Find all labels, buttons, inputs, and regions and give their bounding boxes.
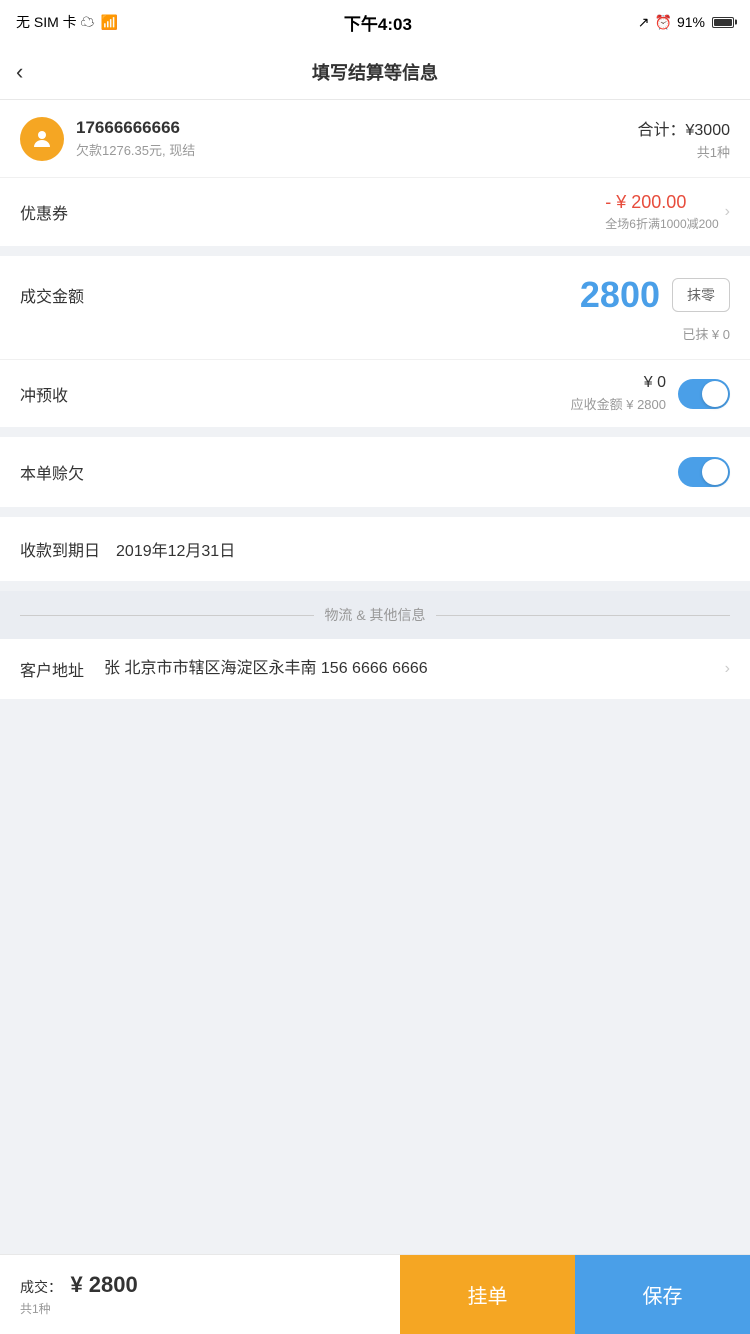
save-button[interactable]: 保存 bbox=[575, 1255, 750, 1334]
bottom-count: 共1种 bbox=[20, 1300, 380, 1317]
amount-sub: 已抹 ¥ 0 bbox=[0, 324, 750, 359]
header: ‹ 填写结算等信息 bbox=[0, 44, 750, 100]
battery-icon bbox=[712, 17, 734, 28]
alarm-icon: ⏰ bbox=[655, 14, 672, 31]
arrears-label: 本单赊欠 bbox=[20, 460, 84, 484]
prepay-label: 冲预收 bbox=[20, 382, 68, 406]
prepay-amount: ¥ 0 bbox=[571, 374, 666, 392]
toggle-thumb bbox=[702, 381, 728, 407]
address-value: 张 北京市市辖区海淀区永丰南 156 6666 6666 bbox=[104, 657, 725, 681]
coupon-chevron-icon: › bbox=[725, 203, 730, 221]
coupon-right: - ¥ 200.00 全场6折满1000减200 › bbox=[605, 192, 730, 232]
prepay-row: 冲预收 ¥ 0 应收金额 ¥ 2800 bbox=[0, 359, 750, 427]
coupon-desc: 全场6折满1000减200 bbox=[605, 215, 718, 232]
prepay-right: ¥ 0 应收金额 ¥ 2800 bbox=[571, 374, 730, 413]
customer-debt: 欠款1276.35元, 现结 bbox=[76, 140, 195, 159]
pending-button[interactable]: 挂单 bbox=[400, 1255, 575, 1334]
total-count: 共1种 bbox=[638, 142, 731, 161]
arrears-section: 本单赊欠 bbox=[0, 437, 750, 507]
status-bar: 无 SIM 卡 ☁ 📶 下午4:03 ↗ ⏰ 91% bbox=[0, 0, 750, 44]
due-label: 收款到期日 bbox=[20, 537, 100, 561]
gray-area bbox=[0, 699, 750, 859]
page-title: 填写结算等信息 bbox=[312, 59, 438, 85]
due-row: 收款到期日 2019年12月31日 bbox=[0, 517, 750, 581]
address-section: 客户地址 张 北京市市辖区海淀区永丰南 156 6666 6666 › bbox=[0, 639, 750, 699]
arrears-toggle-thumb bbox=[702, 459, 728, 485]
bottom-bar: 成交： ¥ 2800 共1种 挂单 保存 bbox=[0, 1254, 750, 1334]
amount-value: 2800 bbox=[580, 274, 660, 316]
amount-section: 成交金额 2800 抹零 已抹 ¥ 0 冲预收 ¥ 0 应收金额 ¥ 2800 bbox=[0, 256, 750, 427]
address-row[interactable]: 客户地址 张 北京市市辖区海淀区永丰南 156 6666 6666 › bbox=[0, 639, 750, 699]
coupon-row[interactable]: 优惠券 - ¥ 200.00 全场6折满1000减200 › bbox=[0, 177, 750, 246]
status-time: 下午4:03 bbox=[344, 10, 412, 35]
avatar bbox=[20, 117, 64, 161]
due-date: 2019年12月31日 bbox=[116, 537, 235, 561]
back-button[interactable]: ‹ bbox=[16, 55, 31, 89]
address-chevron-icon: › bbox=[725, 660, 730, 678]
due-section: 收款到期日 2019年12月31日 bbox=[0, 517, 750, 581]
prepay-receivable: 应收金额 ¥ 2800 bbox=[571, 394, 666, 413]
content-area: 17666666666 欠款1276.35元, 现结 合计：¥3000 共1种 … bbox=[0, 100, 750, 859]
customer-phone: 17666666666 bbox=[76, 118, 195, 138]
customer-info: 17666666666 欠款1276.35元, 现结 bbox=[76, 118, 195, 159]
divider-section: 物流 & 其他信息 bbox=[0, 591, 750, 639]
status-left: 无 SIM 卡 ☁ 📶 bbox=[16, 12, 118, 32]
customer-row: 17666666666 欠款1276.35元, 现结 合计：¥3000 共1种 bbox=[0, 100, 750, 177]
coupon-discount: - ¥ 200.00 bbox=[605, 192, 718, 213]
customer-right: 合计：¥3000 共1种 bbox=[638, 116, 731, 161]
location-icon: ↗ bbox=[638, 14, 650, 31]
divider-line-left bbox=[20, 615, 314, 616]
round-button[interactable]: 抹零 bbox=[672, 278, 730, 312]
bottom-deal-label: 成交： bbox=[20, 1279, 62, 1295]
status-right: ↗ ⏰ 91% bbox=[638, 14, 734, 31]
divider-label-row: 物流 & 其他信息 bbox=[0, 591, 750, 639]
total-amount: 合计：¥3000 bbox=[638, 116, 731, 140]
amount-label: 成交金额 bbox=[20, 283, 84, 307]
prepay-toggle[interactable] bbox=[678, 379, 730, 409]
coupon-label: 优惠券 bbox=[20, 200, 68, 224]
arrears-toggle[interactable] bbox=[678, 457, 730, 487]
bottom-deal-amount: ¥ 2800 bbox=[70, 1272, 137, 1297]
amount-row: 成交金额 2800 抹零 bbox=[0, 256, 750, 324]
amount-right: 2800 抹零 bbox=[580, 274, 730, 316]
sim-label: 无 SIM 卡 ☁ bbox=[16, 12, 95, 32]
customer-left: 17666666666 欠款1276.35元, 现结 bbox=[20, 117, 195, 161]
wifi-icon: 📶 bbox=[101, 14, 118, 31]
arrears-row: 本单赊欠 bbox=[0, 437, 750, 507]
divider-text: 物流 & 其他信息 bbox=[324, 605, 425, 625]
prepay-amount-wrap: ¥ 0 应收金额 ¥ 2800 bbox=[571, 374, 666, 413]
bottom-deal-row: 成交： ¥ 2800 bbox=[20, 1272, 380, 1298]
battery-percent: 91% bbox=[677, 14, 705, 30]
bottom-summary: 成交： ¥ 2800 共1种 bbox=[0, 1272, 400, 1317]
address-label: 客户地址 bbox=[20, 657, 84, 681]
divider-line-right bbox=[436, 615, 730, 616]
customer-card: 17666666666 欠款1276.35元, 现结 合计：¥3000 共1种 … bbox=[0, 100, 750, 246]
